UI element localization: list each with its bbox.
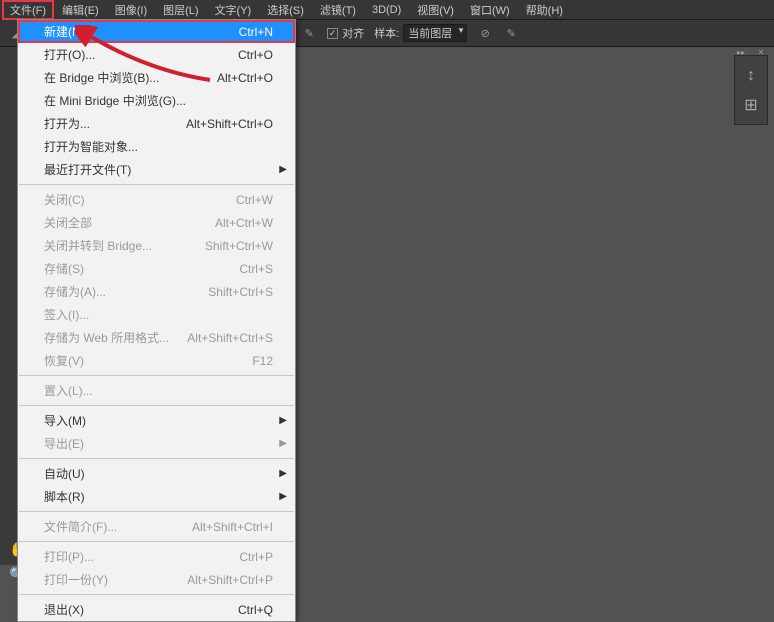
menu-item-shortcut: Ctrl+Q <box>238 603 273 617</box>
align-checkbox[interactable] <box>327 28 338 39</box>
menu-item: 关闭并转到 Bridge... Shift+Ctrl+W <box>18 234 295 257</box>
menu-separator <box>19 184 294 185</box>
menu-item-label: 打开(O)... <box>44 46 95 63</box>
submenu-arrow-icon: ▶ <box>279 164 287 175</box>
panel-icon-2[interactable]: ⊞ <box>743 97 759 113</box>
menu-item-shortcut: Alt+Shift+Ctrl+O <box>186 117 273 131</box>
menu-item-label: 自动(U) <box>44 465 85 482</box>
menu-item-label: 关闭(C) <box>44 191 85 208</box>
tablet-icon[interactable]: ✎ <box>503 25 519 41</box>
menubar-item[interactable]: 选择(S) <box>259 0 312 20</box>
menu-item-shortcut: Alt+Ctrl+O <box>217 71 273 85</box>
menubar: 文件(F)编辑(E)图像(I)图层(L)文字(Y)选择(S)滤镜(T)3D(D)… <box>0 0 774 19</box>
menu-item: 导出(E) ▶ <box>18 432 295 455</box>
menu-item-label: 新建(N)... <box>44 23 95 40</box>
menu-item-label: 在 Bridge 中浏览(B)... <box>44 69 159 86</box>
menu-item-shortcut: Ctrl+W <box>236 193 273 207</box>
menu-item-label: 文件简介(F)... <box>44 518 117 535</box>
menu-item: 关闭(C) Ctrl+W <box>18 188 295 211</box>
menu-item-shortcut: Ctrl+O <box>238 48 273 62</box>
menu-item-label: 打印(P)... <box>44 548 94 565</box>
menu-item[interactable]: 在 Bridge 中浏览(B)... Alt+Ctrl+O <box>18 66 295 89</box>
menu-separator <box>19 541 294 542</box>
menu-item-label: 最近打开文件(T) <box>44 161 131 178</box>
menu-item: 关闭全部 Alt+Ctrl+W <box>18 211 295 234</box>
sample-label: 样本: <box>374 25 399 41</box>
menu-item: 文件简介(F)... Alt+Shift+Ctrl+I <box>18 515 295 538</box>
menu-item[interactable]: 打开(O)... Ctrl+O <box>18 43 295 66</box>
right-panel: ↕ ⊞ <box>734 55 768 125</box>
menu-item[interactable]: 在 Mini Bridge 中浏览(G)... <box>18 89 295 112</box>
menu-item-label: 关闭并转到 Bridge... <box>44 237 152 254</box>
menubar-item[interactable]: 窗口(W) <box>462 0 518 20</box>
menu-item-label: 关闭全部 <box>44 214 92 231</box>
menubar-item[interactable]: 文件(F) <box>2 0 54 20</box>
submenu-arrow-icon: ▶ <box>279 415 287 426</box>
menu-item: 恢复(V) F12 <box>18 349 295 372</box>
menu-item-label: 存储为 Web 所用格式... <box>44 329 169 346</box>
menubar-item[interactable]: 3D(D) <box>364 2 409 18</box>
menubar-item[interactable]: 滤镜(T) <box>312 0 364 20</box>
menu-item-shortcut: Ctrl+N <box>239 25 273 39</box>
menu-item-label: 签入(I)... <box>44 306 89 323</box>
menu-separator <box>19 511 294 512</box>
menubar-item[interactable]: 图像(I) <box>107 0 155 20</box>
menubar-item[interactable]: 图层(L) <box>155 0 206 20</box>
menu-item: 置入(L)... <box>18 379 295 402</box>
menu-item: 存储(S) Ctrl+S <box>18 257 295 280</box>
menu-separator <box>19 594 294 595</box>
menubar-item[interactable]: 视图(V) <box>409 0 462 20</box>
menu-item-label: 在 Mini Bridge 中浏览(G)... <box>44 92 186 109</box>
menu-item[interactable]: 打开为... Alt+Shift+Ctrl+O <box>18 112 295 135</box>
menu-item-label: 打开为智能对象... <box>44 138 138 155</box>
menu-item-label: 恢复(V) <box>44 352 84 369</box>
menu-item[interactable]: 退出(X) Ctrl+Q <box>18 598 295 621</box>
file-menu-dropdown: 新建(N)... Ctrl+N 打开(O)... Ctrl+O 在 Bridge 中浏览… <box>17 19 296 622</box>
menu-item[interactable]: 导入(M) ▶ <box>18 409 295 432</box>
menu-item-label: 存储(S) <box>44 260 84 277</box>
menu-item-label: 打印一份(Y) <box>44 571 108 588</box>
menu-item: 打印一份(Y) Alt+Shift+Ctrl+P <box>18 568 295 591</box>
menubar-item[interactable]: 编辑(E) <box>54 0 107 20</box>
menubar-item[interactable]: 帮助(H) <box>518 0 571 20</box>
menu-item[interactable]: 新建(N)... Ctrl+N <box>18 20 295 43</box>
menu-item-shortcut: Ctrl+S <box>239 262 273 276</box>
menu-item-shortcut: Shift+Ctrl+S <box>208 285 273 299</box>
menu-item[interactable]: 脚本(R) ▶ <box>18 485 295 508</box>
menu-item[interactable]: 最近打开文件(T) ▶ <box>18 158 295 181</box>
submenu-arrow-icon: ▶ <box>279 491 287 502</box>
pressure-size-icon[interactable]: ✎ <box>301 25 317 41</box>
menu-item: 存储为(A)... Shift+Ctrl+S <box>18 280 295 303</box>
menu-item-shortcut: Alt+Shift+Ctrl+S <box>187 331 273 345</box>
menu-item[interactable]: 自动(U) ▶ <box>18 462 295 485</box>
menu-item: 签入(I)... <box>18 303 295 326</box>
menu-item-shortcut: Ctrl+P <box>239 550 273 564</box>
menu-item: 存储为 Web 所用格式... Alt+Shift+Ctrl+S <box>18 326 295 349</box>
menu-item-label: 置入(L)... <box>44 382 93 399</box>
menu-separator <box>19 405 294 406</box>
menu-item[interactable]: 打开为智能对象... <box>18 135 295 158</box>
panel-icon-1[interactable]: ↕ <box>743 68 759 84</box>
menu-item-label: 导入(M) <box>44 412 86 429</box>
menu-item-shortcut: Alt+Shift+Ctrl+I <box>192 520 273 534</box>
submenu-arrow-icon: ▶ <box>279 438 287 449</box>
submenu-arrow-icon: ▶ <box>279 468 287 479</box>
menu-item-shortcut: Alt+Shift+Ctrl+P <box>187 573 273 587</box>
menu-item-shortcut: F12 <box>252 354 273 368</box>
ignore-adj-icon[interactable]: ⊘ <box>477 25 493 41</box>
sample-select[interactable]: 当前图层 <box>403 24 467 42</box>
menu-separator <box>19 458 294 459</box>
menu-item-label: 打开为... <box>44 115 90 132</box>
menu-item-shortcut: Shift+Ctrl+W <box>205 239 273 253</box>
menu-item-label: 退出(X) <box>44 601 84 618</box>
menu-item-shortcut: Alt+Ctrl+W <box>215 216 273 230</box>
menu-item-label: 导出(E) <box>44 435 84 452</box>
menu-separator <box>19 375 294 376</box>
menubar-item[interactable]: 文字(Y) <box>207 0 260 20</box>
menu-item-label: 存储为(A)... <box>44 283 106 300</box>
menu-item-label: 脚本(R) <box>44 488 85 505</box>
align-label: 对齐 <box>342 25 364 41</box>
